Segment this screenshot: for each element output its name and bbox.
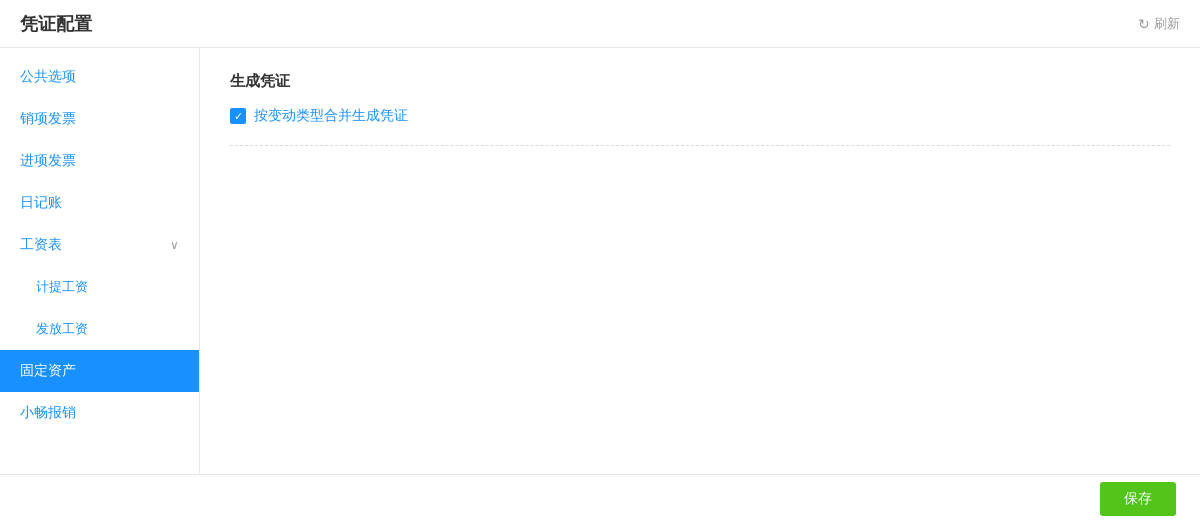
merge-checkbox[interactable] xyxy=(230,108,246,124)
page-footer: 保存 xyxy=(0,474,1200,522)
sidebar-item-journal[interactable]: 日记账 xyxy=(0,182,199,224)
sidebar: 公共选项 销项发票 进项发票 日记账 工资表 ∨ 计提工资 发放工资 固定资产 … xyxy=(0,48,200,474)
chevron-down-icon: ∨ xyxy=(170,238,179,252)
sidebar-item-label: 工资表 xyxy=(20,236,62,254)
section-divider xyxy=(230,145,1170,146)
save-button[interactable]: 保存 xyxy=(1100,482,1176,516)
refresh-button[interactable]: ↻ 刷新 xyxy=(1138,15,1180,33)
sidebar-item-label: 公共选项 xyxy=(20,68,76,86)
sidebar-item-pay-payroll[interactable]: 发放工资 xyxy=(0,308,199,350)
sidebar-item-label: 日记账 xyxy=(20,194,62,212)
sidebar-item-label: 小畅报销 xyxy=(20,404,76,422)
refresh-label: 刷新 xyxy=(1154,15,1180,33)
sidebar-item-sales-invoice[interactable]: 销项发票 xyxy=(0,98,199,140)
sidebar-item-label: 发放工资 xyxy=(36,320,88,338)
sidebar-item-expense-report[interactable]: 小畅报销 xyxy=(0,392,199,434)
section-title: 生成凭证 xyxy=(230,72,1170,91)
refresh-icon: ↻ xyxy=(1138,16,1150,32)
sidebar-item-payroll-table[interactable]: 工资表 ∨ xyxy=(0,224,199,266)
sidebar-item-label: 进项发票 xyxy=(20,152,76,170)
main-content: 生成凭证 按变动类型合并生成凭证 xyxy=(200,48,1200,474)
sidebar-item-public-options[interactable]: 公共选项 xyxy=(0,56,199,98)
sidebar-item-calc-payroll[interactable]: 计提工资 xyxy=(0,266,199,308)
sidebar-item-fixed-assets[interactable]: 固定资产 xyxy=(0,350,199,392)
checkbox-row: 按变动类型合并生成凭证 xyxy=(230,107,1170,125)
main-layout: 公共选项 销项发票 进项发票 日记账 工资表 ∨ 计提工资 发放工资 固定资产 … xyxy=(0,48,1200,474)
merge-checkbox-label: 按变动类型合并生成凭证 xyxy=(254,107,408,125)
page-header: 凭证配置 ↻ 刷新 xyxy=(0,0,1200,48)
page-title: 凭证配置 xyxy=(20,12,92,36)
sidebar-item-label: 固定资产 xyxy=(20,362,76,380)
sidebar-item-purchase-invoice[interactable]: 进项发票 xyxy=(0,140,199,182)
sidebar-item-label: 计提工资 xyxy=(36,278,88,296)
sidebar-item-label: 销项发票 xyxy=(20,110,76,128)
